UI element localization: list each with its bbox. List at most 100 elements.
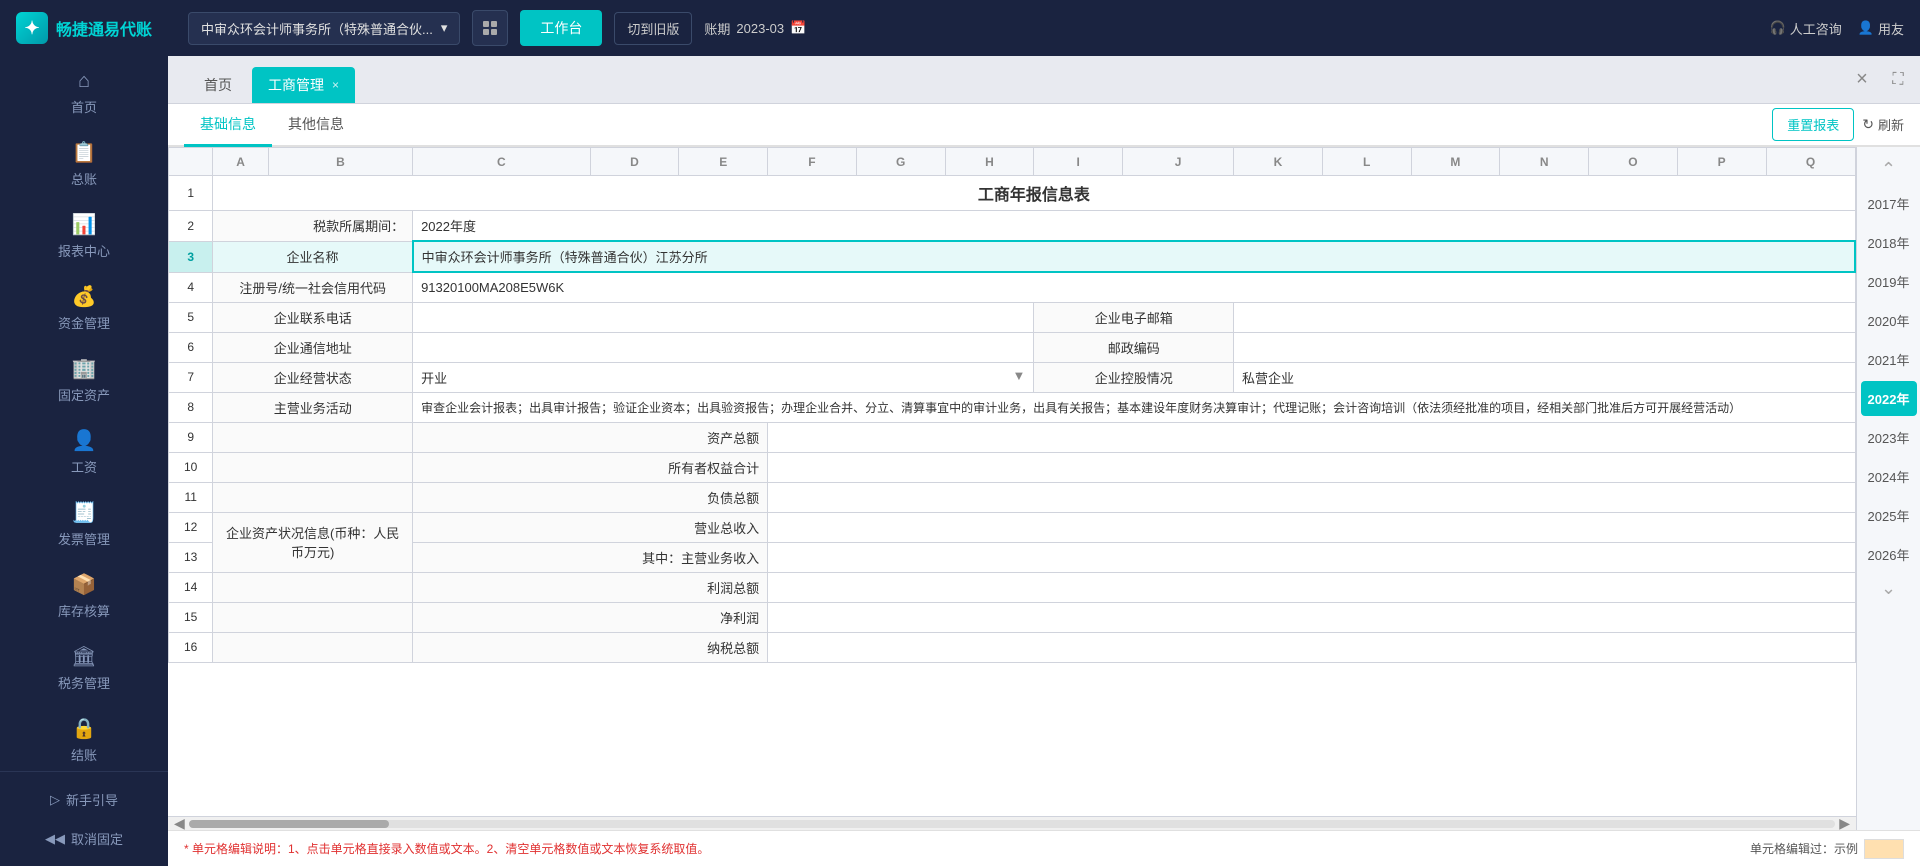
tab-basic-info[interactable]: 基础信息 — [184, 104, 272, 147]
reset-table-button[interactable]: 重置报表 — [1772, 108, 1854, 141]
unpin-button[interactable]: ◀◀ 取消固定 — [0, 823, 168, 854]
row7-holding[interactable]: 私营企业 — [1234, 362, 1855, 392]
app-logo: ✦ 畅捷通易代账 — [16, 12, 176, 44]
tab-active-label: 工商管理 — [268, 75, 324, 95]
logo-icon: ✦ — [16, 12, 48, 44]
row2-value[interactable]: 2022年度 — [413, 211, 1855, 242]
sidebar-item-finance[interactable]: 💰 资金管理 — [0, 270, 168, 342]
unpin-icon: ◀◀ — [45, 831, 65, 847]
year-2023[interactable]: 2023年 — [1861, 420, 1917, 455]
user-button[interactable]: 👤 用友 — [1858, 19, 1904, 38]
col-J: J — [1123, 148, 1234, 176]
year-scroll-down[interactable]: ⌄ — [1877, 574, 1900, 603]
window-expand-btn[interactable]: ⛶ — [1884, 66, 1912, 94]
sidebar-item-report[interactable]: 📊 报表中心 — [0, 198, 168, 270]
table-wrapper[interactable]: A B C D E F G H I J — [168, 147, 1856, 816]
row5-phone[interactable] — [413, 302, 1034, 332]
row10-value[interactable] — [768, 452, 1855, 482]
row9-value[interactable] — [768, 422, 1855, 452]
guide-label: 新手引导 — [66, 790, 118, 809]
page-content: 基础信息 其他信息 重置报表 ↻ 刷新 — [168, 104, 1920, 866]
row15-sublabel: 净利润 — [413, 602, 768, 632]
row3-value[interactable]: 中审众环会计师事务所（特殊普通合伙）江苏分所 — [413, 241, 1855, 272]
row-num-1: 1 — [169, 176, 213, 211]
year-2024[interactable]: 2024年 — [1861, 459, 1917, 494]
col-E: E — [679, 148, 768, 176]
year-2020[interactable]: 2020年 — [1861, 303, 1917, 338]
row-num-2: 2 — [169, 211, 213, 242]
row16-value[interactable] — [768, 632, 1855, 662]
window-close-btn[interactable]: × — [1848, 66, 1876, 94]
row14-value[interactable] — [768, 572, 1855, 602]
row4-value[interactable]: 91320100MA208E5W6K — [413, 272, 1855, 302]
scroll-thumb[interactable] — [189, 820, 389, 828]
sidebar-item-invoice[interactable]: 🧾 发票管理 — [0, 486, 168, 558]
company-icon-btn[interactable] — [472, 10, 508, 46]
scroll-track[interactable] — [189, 820, 1835, 828]
company-selector[interactable]: 中审众环会计师事务所（特殊普通合伙... ▾ — [188, 12, 460, 45]
sidebar-item-inventory[interactable]: 📦 库存核算 — [0, 558, 168, 630]
row9-label — [213, 422, 413, 452]
scroll-left-arrow[interactable]: ◀ — [170, 815, 189, 830]
invoice-icon: 🧾 — [72, 500, 97, 525]
sidebar-item-close[interactable]: 🔒 结账 — [0, 702, 168, 771]
old-version-button[interactable]: 切到旧版 — [614, 12, 692, 45]
year-2017[interactable]: 2017年 — [1861, 186, 1917, 221]
row11-value[interactable] — [768, 482, 1855, 512]
sidebar-item-home[interactable]: ⌂ 首页 — [0, 56, 168, 126]
year-2025[interactable]: 2025年 — [1861, 498, 1917, 533]
year-panel: ⌃ 2017年 2018年 2019年 2020年 2021年 2022年 20… — [1856, 147, 1920, 830]
year-2021[interactable]: 2021年 — [1861, 342, 1917, 377]
row-num-4: 4 — [169, 272, 213, 302]
sidebar-item-asset[interactable]: 🏢 固定资产 — [0, 342, 168, 414]
row10-label — [213, 452, 413, 482]
spreadsheet-table: A B C D E F G H I J — [168, 147, 1856, 663]
scroll-right-arrow[interactable]: ▶ — [1835, 815, 1854, 830]
row3-label: 企业名称 — [213, 241, 413, 272]
row8-value[interactable]: 审查企业会计报表；出具审计报告；验证企业资本；出具验资报告；办理企业合并、分立、… — [413, 392, 1855, 422]
year-2026[interactable]: 2026年 — [1861, 537, 1917, 572]
sidebar-label-inventory: 库存核算 — [58, 601, 110, 620]
col-Q: Q — [1766, 148, 1855, 176]
row5-email[interactable] — [1234, 302, 1855, 332]
sidebar-footer: ▷ 新手引导 ◀◀ 取消固定 — [0, 771, 168, 866]
row13-value[interactable] — [768, 542, 1855, 572]
calendar-icon[interactable]: 📅 — [790, 20, 806, 36]
table-title[interactable]: 工商年报信息表 — [213, 176, 1855, 211]
row-num-5: 5 — [169, 302, 213, 332]
row-num-12: 12 — [169, 512, 213, 542]
row10-sublabel: 所有者权益合计 — [413, 452, 768, 482]
year-2018[interactable]: 2018年 — [1861, 225, 1917, 260]
year-2022[interactable]: 2022年 — [1861, 381, 1917, 416]
sidebar-item-salary[interactable]: 👤 工资 — [0, 414, 168, 486]
row6-label: 企业通信地址 — [213, 332, 413, 362]
tab-other-info[interactable]: 其他信息 — [272, 104, 360, 147]
app-name: 畅捷通易代账 — [56, 16, 152, 40]
example-label: 单元格编辑过：示例 — [1750, 840, 1858, 857]
tab-home[interactable]: 首页 — [184, 67, 252, 103]
row-num-8: 8 — [169, 392, 213, 422]
user-label: 用友 — [1878, 19, 1904, 38]
row6-zip[interactable] — [1234, 332, 1855, 362]
row6-address[interactable] — [413, 332, 1034, 362]
inventory-icon: 📦 — [72, 572, 97, 597]
service-button[interactable]: 🎧 人工咨询 — [1770, 19, 1842, 38]
row5-email-label: 企业电子邮箱 — [1034, 302, 1234, 332]
col-header-row: A B C D E F G H I J — [169, 148, 1856, 176]
workbench-button[interactable]: 工作台 — [520, 10, 602, 46]
horizontal-scrollbar[interactable]: ◀ ▶ — [168, 816, 1856, 830]
row7-status[interactable]: 开业 ▼ — [413, 362, 1034, 392]
row12-value[interactable] — [768, 512, 1855, 542]
row-num-13: 13 — [169, 542, 213, 572]
sidebar-item-tax[interactable]: 🏛 税务管理 — [0, 630, 168, 702]
guide-button[interactable]: ▷ 新手引导 — [0, 784, 168, 815]
refresh-button[interactable]: ↻ 刷新 — [1862, 115, 1904, 134]
row15-value[interactable] — [768, 602, 1855, 632]
year-scroll-up[interactable]: ⌃ — [1877, 155, 1900, 184]
year-2019[interactable]: 2019年 — [1861, 264, 1917, 299]
tab-active[interactable]: 工商管理 × — [252, 67, 355, 103]
table-row: 2 税款所属期间： 2022年度 — [169, 211, 1856, 242]
sidebar-item-ledger[interactable]: 📋 总账 — [0, 126, 168, 198]
info-tabs: 基础信息 其他信息 — [168, 104, 1772, 145]
tab-close-btn[interactable]: × — [332, 78, 339, 92]
